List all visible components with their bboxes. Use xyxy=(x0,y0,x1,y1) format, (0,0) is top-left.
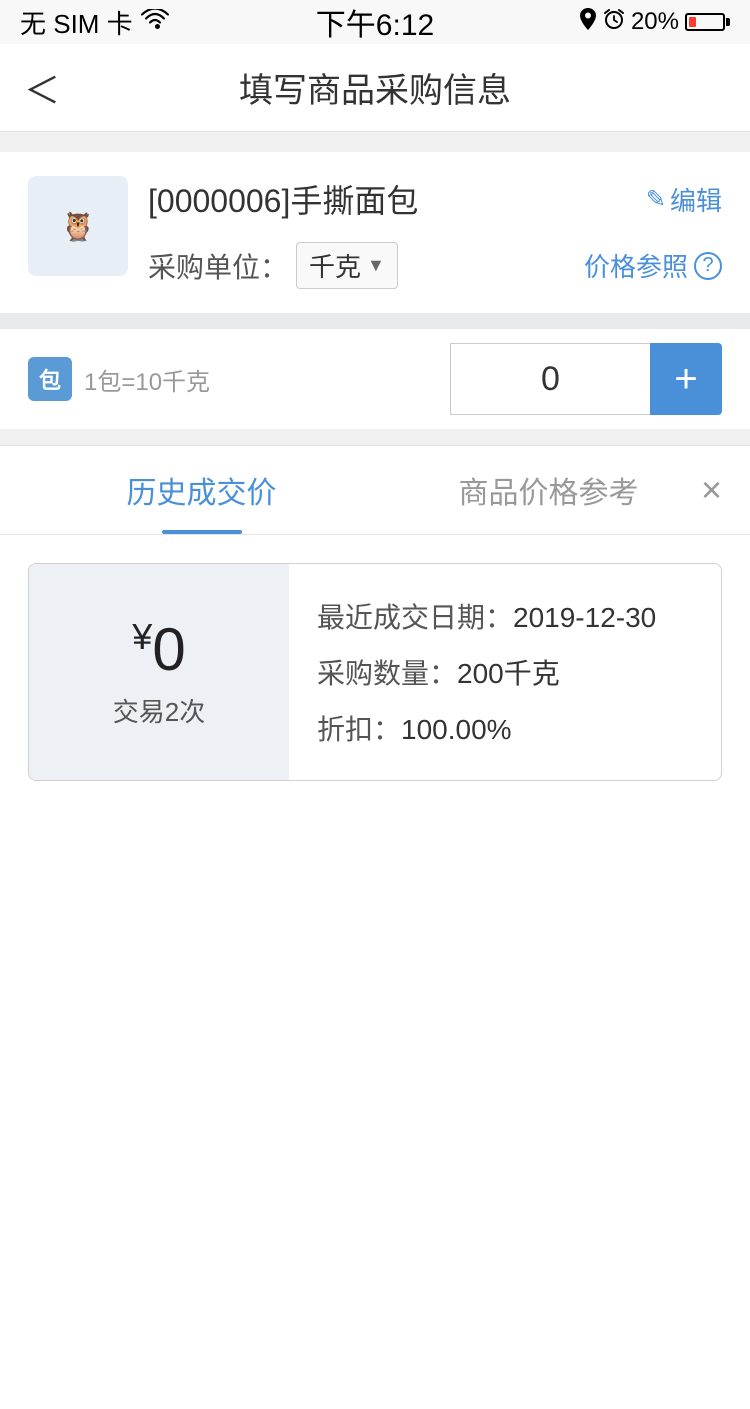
wifi-icon xyxy=(141,7,169,38)
nav-bar: ＜ 填写商品采购信息 xyxy=(0,44,750,132)
status-left: 无 SIM 卡 xyxy=(20,4,169,41)
product-row: 🦉 [0000006]手撕面包 ✎ 编辑 采购单位： 千克 ▼ xyxy=(28,176,722,289)
qty-unit-label: 包 1包=10千克 xyxy=(28,357,450,401)
card-price: ¥0 xyxy=(132,615,185,684)
recent-date-value: 2019-12-30 xyxy=(513,602,656,633)
panel-close-button[interactable]: × xyxy=(701,469,722,511)
tab-price-reference[interactable]: 商品价格参考 xyxy=(375,446,722,534)
qty-input-wrapper: + xyxy=(450,343,722,415)
price-value: 0 xyxy=(152,616,185,683)
status-right: 20% xyxy=(579,8,730,37)
qty-conversion-note: 1包=10千克 xyxy=(84,362,210,397)
page-title: 填写商品采购信息 xyxy=(239,63,511,112)
price-symbol: ¥ xyxy=(132,616,152,657)
logo-text: 🦉 xyxy=(61,210,96,243)
discount-value: 100.00% xyxy=(401,714,512,745)
recent-date-label: 最近成交日期： xyxy=(317,602,513,633)
status-bar: 无 SIM 卡 下午6:12 20% xyxy=(0,0,750,44)
qty-plus-button[interactable]: + xyxy=(650,343,722,415)
section-divider xyxy=(0,313,750,329)
deal-card: ¥0 交易2次 最近成交日期：2019-12-30 采购数量：200千克 折扣：… xyxy=(28,563,722,781)
card-trade-count: 交易2次 xyxy=(113,692,205,729)
product-name-row: [0000006]手撕面包 ✎ 编辑 xyxy=(148,176,722,222)
qty-unit-name: 包 xyxy=(39,363,61,395)
help-icon: ? xyxy=(694,252,722,280)
price-ref-label: 价格参照 xyxy=(584,247,688,284)
bottom-panel: 历史成交价 商品价格参考 × ¥0 交易2次 最近成交日期：2019-12-30… xyxy=(0,445,750,809)
product-logo: 🦉 xyxy=(28,176,128,276)
tab1-label: 历史成交价 xyxy=(127,468,277,512)
discount-row: 折扣：100.00% xyxy=(317,708,693,748)
battery-icon xyxy=(685,13,730,31)
tab2-label: 商品价格参考 xyxy=(459,468,639,512)
discount-label: 折扣： xyxy=(317,714,401,745)
purchase-qty-value: 200千克 xyxy=(457,658,560,689)
unit-select[interactable]: 千克 ▼ xyxy=(296,242,398,289)
status-time: 下午6:12 xyxy=(316,0,434,44)
purchase-qty-label: 采购数量： xyxy=(317,658,457,689)
plus-icon: + xyxy=(674,359,697,399)
back-button[interactable]: ＜ xyxy=(24,62,60,114)
card-area: ¥0 交易2次 最近成交日期：2019-12-30 采购数量：200千克 折扣：… xyxy=(0,535,750,809)
product-name: [0000006]手撕面包 xyxy=(148,176,418,222)
tab-row: 历史成交价 商品价格参考 × xyxy=(0,446,750,535)
card-right: 最近成交日期：2019-12-30 采购数量：200千克 折扣：100.00% xyxy=(289,564,721,780)
unit-value: 千克 xyxy=(309,247,361,284)
edit-button[interactable]: ✎ 编辑 xyxy=(646,181,722,218)
bottom-space xyxy=(0,809,750,1409)
unit-label: 采购单位： xyxy=(148,246,288,286)
battery-percent: 20% xyxy=(631,8,679,36)
tab-active-indicator xyxy=(162,530,242,534)
product-unit-row: 采购单位： 千克 ▼ 价格参照 ? xyxy=(148,242,722,289)
edit-label: 编辑 xyxy=(670,181,722,218)
alarm-icon xyxy=(603,8,625,37)
price-ref-button[interactable]: 价格参照 ? xyxy=(584,247,722,284)
recent-date-row: 最近成交日期：2019-12-30 xyxy=(317,596,693,636)
qty-input[interactable] xyxy=(450,343,650,415)
tab-history-price[interactable]: 历史成交价 xyxy=(28,446,375,534)
product-section: 🦉 [0000006]手撕面包 ✎ 编辑 采购单位： 千克 ▼ xyxy=(0,152,750,313)
edit-icon: ✎ xyxy=(646,185,666,214)
qty-unit-box: 包 xyxy=(28,357,72,401)
location-icon xyxy=(579,8,597,37)
quantity-section: 包 1包=10千克 + xyxy=(0,329,750,429)
purchase-qty-row: 采购数量：200千克 xyxy=(317,652,693,692)
unit-dropdown-arrow: ▼ xyxy=(367,255,385,276)
carrier-label: 无 SIM 卡 xyxy=(20,4,133,41)
card-left: ¥0 交易2次 xyxy=(29,564,289,780)
product-info: [0000006]手撕面包 ✎ 编辑 采购单位： 千克 ▼ 价格参照 ? xyxy=(148,176,722,289)
